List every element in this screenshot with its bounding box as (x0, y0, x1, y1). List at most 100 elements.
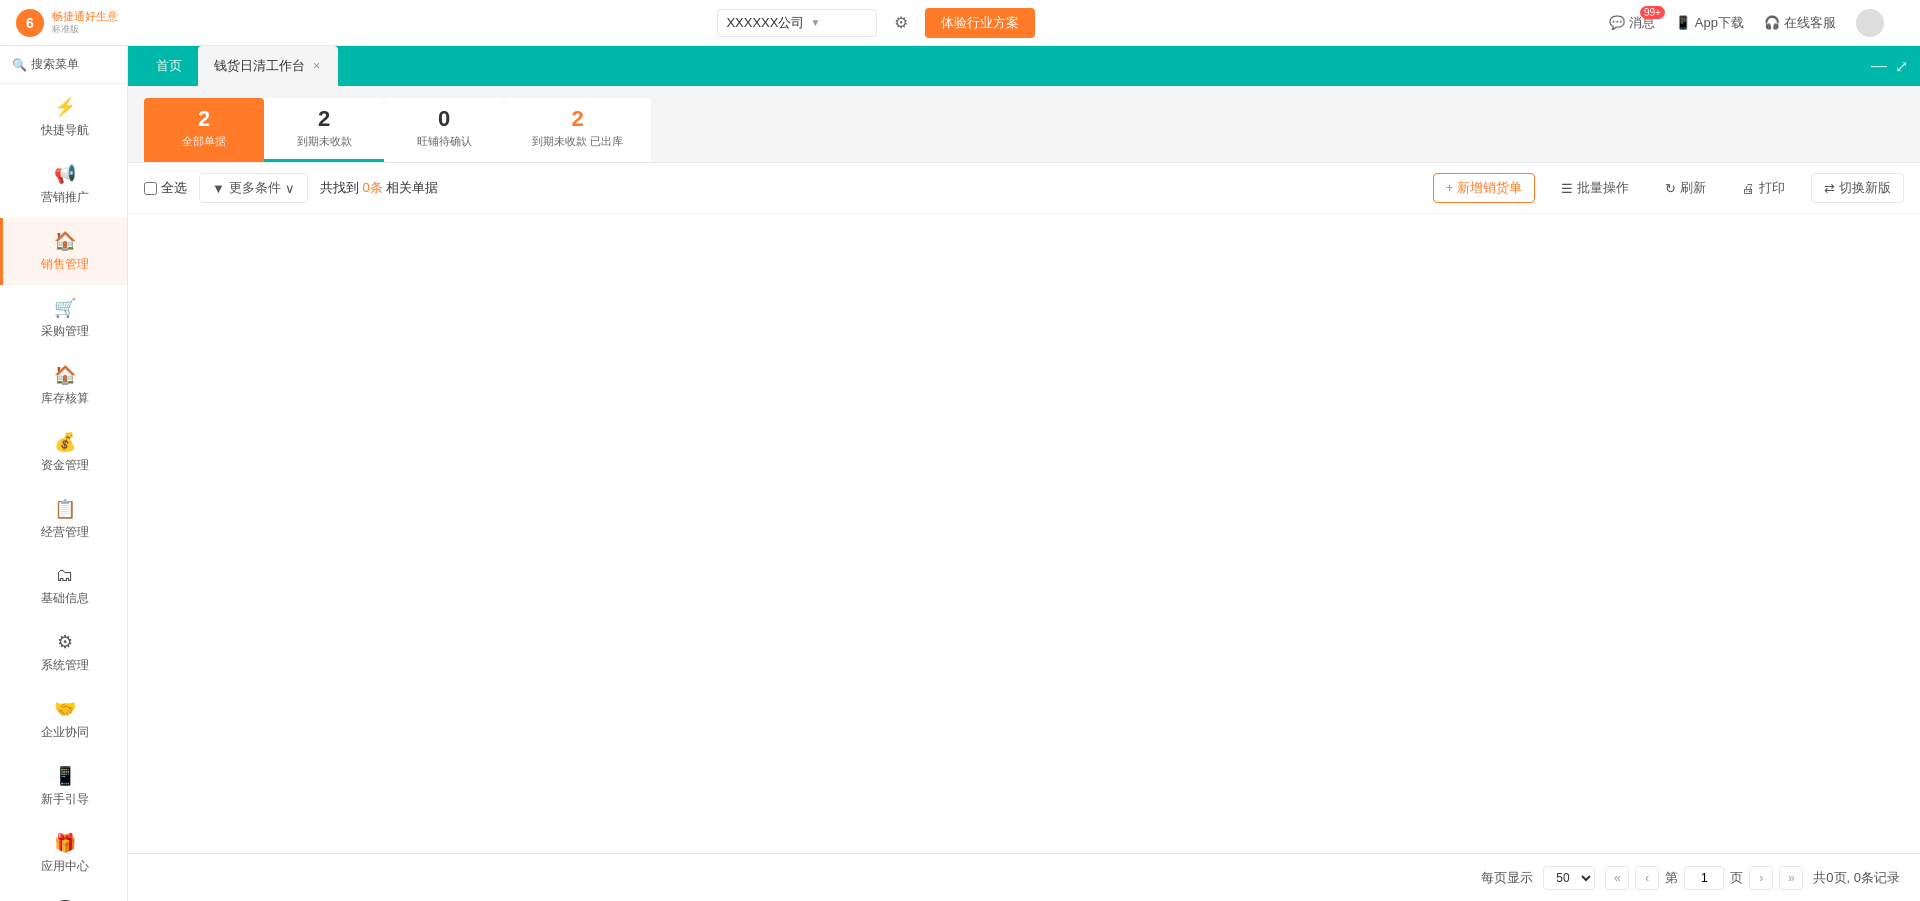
switch-label: 切换新版 (1839, 179, 1891, 197)
sidebar-item-label: 采购管理 (41, 323, 89, 340)
stat-tab-all[interactable]: 2 全部单据 (144, 98, 264, 162)
service-icon: 🎧 (1764, 15, 1780, 30)
sidebar-item-quick-nav[interactable]: ⚡ 快捷导航 (0, 84, 127, 151)
filter-label: 更多条件 (229, 179, 281, 197)
sidebar-item-label: 资金管理 (41, 457, 89, 474)
sidebar-item-system[interactable]: ⚙ 系统管理 (0, 619, 127, 686)
empty-content-area (128, 214, 1920, 853)
sidebar-item-label: 新手引导 (41, 791, 89, 808)
filter-button[interactable]: ▼ 更多条件 ∨ (199, 173, 308, 203)
stat-label-overdue: 到期未收款 (297, 134, 352, 149)
sidebar-item-label: 销售管理 (41, 256, 89, 273)
toolbar: 全选 ▼ 更多条件 ∨ 共找到 0条 相关单据 + 新增销货单 ☰ 批量操作 (128, 163, 1920, 214)
sales-icon: 🏠 (54, 230, 76, 252)
batch-button[interactable]: ☰ 批量操作 (1551, 174, 1639, 202)
sidebar-item-capital[interactable]: 💰 资金管理 (0, 419, 127, 486)
stat-tab-overdue[interactable]: 2 到期未收款 (264, 98, 384, 162)
top-header: 6 畅捷通好生意 标准版 XXXXXX公司 ▼ ⚙ 体验行业方案 💬 消息 99… (0, 0, 1920, 46)
app-download-button[interactable]: 📱 App下载 (1675, 14, 1744, 32)
logo-badge: 标准版 (52, 23, 118, 36)
tab-home[interactable]: 首页 (140, 46, 198, 86)
sidebar-item-enterprise[interactable]: 🤝 企业协同 (0, 686, 127, 753)
page-number-input[interactable] (1684, 866, 1724, 890)
sidebar: 🔍 搜索菜单 ⚡ 快捷导航 📢 营销推广 🏠 销售管理 🛒 采购管理 🏠 库存核… (0, 46, 128, 901)
minimize-icon[interactable]: — (1871, 57, 1887, 75)
found-info: 共找到 0条 相关单据 (320, 179, 438, 197)
page-size-select[interactable]: 50 (1543, 866, 1595, 890)
online-service-button[interactable]: 🎧 在线客服 (1764, 14, 1836, 32)
next-page-button[interactable]: › (1749, 866, 1773, 890)
enterprise-icon: 🤝 (54, 698, 76, 720)
newbie-icon: 📱 (54, 765, 76, 787)
tab-close-icon[interactable]: × (311, 57, 322, 75)
sidebar-item-operation[interactable]: 📋 经营管理 (0, 486, 127, 553)
inventory-icon: 🏠 (54, 364, 76, 386)
logo-area: 6 畅捷通好生意 标准版 (16, 9, 144, 37)
purchase-icon: 🛒 (54, 297, 76, 319)
basic-info-icon: 🗂 (56, 565, 74, 586)
sidebar-item-label: 基础信息 (41, 590, 89, 607)
stat-tab-overdue-shipped[interactable]: 2 到期未收款 已出库 (504, 98, 651, 162)
page-suffix-label: 页 (1730, 869, 1743, 887)
sidebar-item-sales[interactable]: 🏠 销售管理 (0, 218, 127, 285)
last-page-button[interactable]: » (1779, 866, 1803, 890)
maximize-icon[interactable]: ⤢ (1895, 57, 1908, 76)
pagination-bar: 每页显示 50 « ‹ 第 页 › » 共0页, 0条记录 (128, 853, 1920, 901)
window-controls: — ⤢ (1871, 57, 1908, 76)
sidebar-item-inventory[interactable]: 🏠 库存核算 (0, 352, 127, 419)
online-service-label: 在线客服 (1784, 14, 1836, 32)
main-layout: 🔍 搜索菜单 ⚡ 快捷导航 📢 营销推广 🏠 销售管理 🛒 采购管理 🏠 库存核… (0, 46, 1920, 901)
message-button[interactable]: 💬 消息 99+ (1609, 14, 1655, 32)
refresh-icon: ↻ (1665, 181, 1676, 196)
stat-tab-wangpu[interactable]: 0 旺铺待确认 (384, 98, 504, 162)
select-all-input[interactable] (144, 182, 157, 195)
found-suffix: 相关单据 (386, 180, 438, 195)
search-menu-button[interactable]: 🔍 搜索菜单 (0, 46, 127, 84)
sidebar-item-wechat[interactable]: 💬 企业微信 (0, 887, 127, 901)
stat-label-overdue-shipped: 到期未收款 已出库 (532, 134, 623, 149)
filter-icon: ▼ (212, 181, 225, 196)
sidebar-item-purchase[interactable]: 🛒 采购管理 (0, 285, 127, 352)
sidebar-item-label: 营销推广 (41, 189, 89, 206)
page-content: 2 全部单据 2 到期未收款 0 旺铺待确认 2 到期未收款 已出库 (128, 86, 1920, 901)
logo-icon: 6 (16, 9, 44, 37)
company-selector[interactable]: XXXXXX公司 ▼ (717, 9, 877, 37)
operation-icon: 📋 (54, 498, 76, 520)
stats-tabs: 2 全部单据 2 到期未收款 0 旺铺待确认 2 到期未收款 已出库 (128, 86, 1920, 163)
logo-text-block: 畅捷通好生意 标准版 (52, 9, 118, 36)
avatar[interactable] (1856, 9, 1884, 37)
sidebar-item-marketing[interactable]: 📢 营销推广 (0, 151, 127, 218)
refresh-label: 刷新 (1680, 179, 1706, 197)
new-order-button[interactable]: + 新增销货单 (1433, 173, 1535, 203)
search-menu-label: 搜索菜单 (31, 56, 79, 73)
stat-label-all: 全部单据 (182, 134, 226, 149)
first-page-button[interactable]: « (1605, 866, 1629, 890)
experience-button[interactable]: 体验行业方案 (925, 8, 1035, 38)
found-count: 0条 (363, 180, 383, 195)
stat-label-wangpu: 旺铺待确认 (417, 134, 472, 149)
print-label: 打印 (1759, 179, 1785, 197)
batch-icon: ☰ (1561, 181, 1573, 196)
message-icon: 💬 (1609, 15, 1625, 30)
prev-page-button[interactable]: ‹ (1635, 866, 1659, 890)
content-area: 首页 钱货日清工作台 × — ⤢ 2 全部单据 2 到期 (128, 46, 1920, 901)
tab-active[interactable]: 钱货日清工作台 × (198, 46, 338, 86)
tab-active-label: 钱货日清工作台 (214, 57, 305, 75)
sidebar-item-app-center[interactable]: 🎁 应用中心 (0, 820, 127, 887)
settings-icon[interactable]: ⚙ (887, 9, 915, 37)
sidebar-item-label: 应用中心 (41, 858, 89, 875)
switch-version-button[interactable]: ⇄ 切换新版 (1811, 173, 1904, 203)
stat-number-all: 2 (198, 106, 210, 132)
message-badge: 99+ (1640, 6, 1665, 19)
print-button[interactable]: 🖨 打印 (1732, 174, 1795, 202)
select-all-checkbox[interactable]: 全选 (144, 179, 187, 197)
batch-label: 批量操作 (1577, 179, 1629, 197)
sidebar-item-basic-info[interactable]: 🗂 基础信息 (0, 553, 127, 619)
download-icon: 📱 (1675, 15, 1691, 30)
total-info: 共0页, 0条记录 (1813, 869, 1900, 887)
refresh-button[interactable]: ↻ 刷新 (1655, 174, 1716, 202)
chevron-down-icon: ▼ (810, 17, 820, 28)
sidebar-item-newbie[interactable]: 📱 新手引导 (0, 753, 127, 820)
sidebar-item-label: 库存核算 (41, 390, 89, 407)
switch-icon: ⇄ (1824, 181, 1835, 196)
